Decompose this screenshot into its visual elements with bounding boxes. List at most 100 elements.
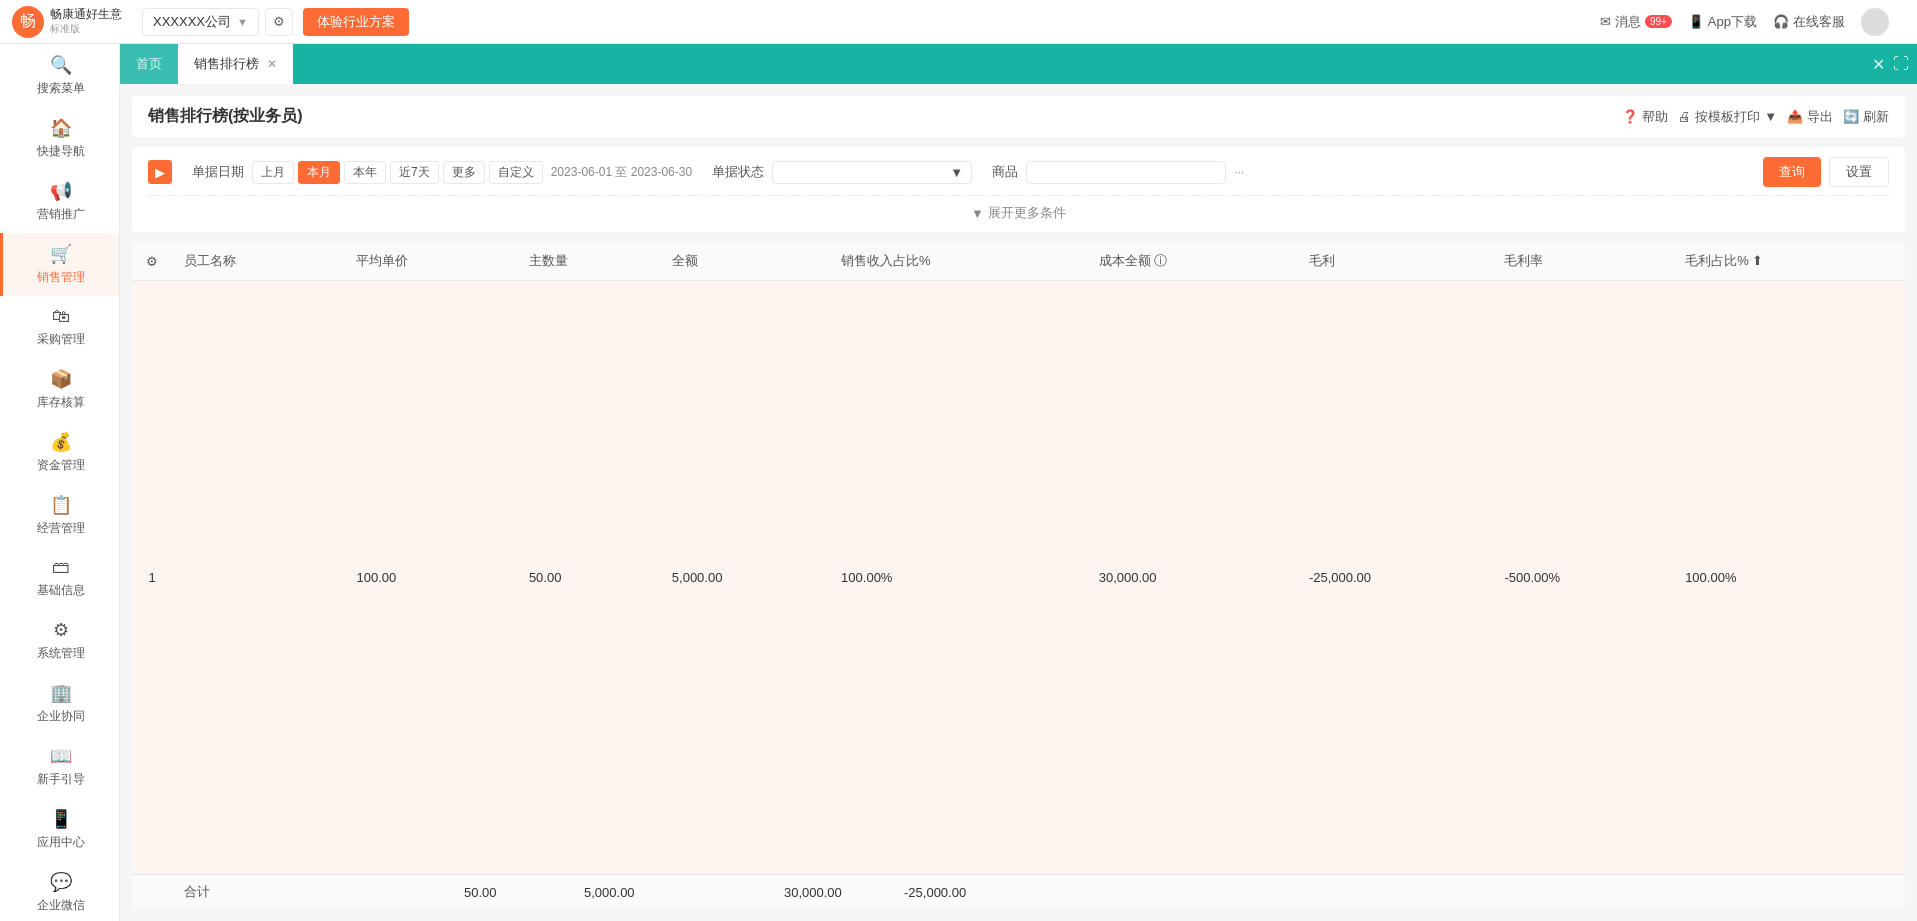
sidebar-item-wechat[interactable]: 💬 企业微信 (0, 861, 119, 921)
filter-area: ▶ 单据日期 上月 本月 本年 近7天 更多 自定义 2023-06-01 至 … (132, 147, 1905, 232)
message-label: 消息 (1615, 13, 1641, 31)
logo-sub: 标准版 (50, 22, 122, 36)
filter-toggle-icon[interactable]: ▶ (148, 160, 172, 184)
sidebar-item-marketing[interactable]: 📢 营销推广 (0, 170, 119, 233)
settings-icon[interactable]: ⚙ (265, 8, 293, 36)
search-icon: 🔍 (50, 54, 72, 76)
sidebar-label-sales: 销售管理 (37, 269, 85, 286)
date-btn-custom[interactable]: 自定义 (489, 161, 543, 184)
gross-pct-icon[interactable]: ⬆ (1752, 253, 1763, 268)
cell-gross-pct: 100.00% (1673, 281, 1905, 874)
table-container: ⚙ 员工名称 平均单价 主数量 全额 销售收入占比% 成本全额 ⓘ 毛利 毛利率… (132, 242, 1905, 909)
print-chevron-icon: ▼ (1764, 109, 1777, 124)
tab-sales-rank-label: 销售排行榜 (194, 55, 259, 73)
date-btn-7days[interactable]: 近7天 (390, 161, 439, 184)
table-body: 1 100.00 50.00 5,000.00 100.00% 30,000.0… (132, 281, 1905, 874)
sidebar-label-search: 搜索菜单 (37, 80, 85, 97)
tab-home[interactable]: 首页 (120, 44, 178, 84)
refresh-button[interactable]: 🔄 刷新 (1843, 108, 1889, 126)
box-icon: 📦 (50, 368, 72, 390)
logo-text: 畅康通好生意 (50, 7, 122, 23)
sidebar-label-operation: 经营管理 (37, 520, 85, 537)
help-label: 帮助 (1642, 108, 1668, 126)
sidebar-item-operation[interactable]: 📋 经营管理 (0, 484, 119, 547)
service-label: 在线客服 (1793, 13, 1845, 31)
goods-filter-label: 商品 (992, 163, 1018, 181)
sidebar-label-marketing: 营销推广 (37, 206, 85, 223)
app-icon: 📱 (1688, 14, 1704, 29)
avatar[interactable] (1861, 8, 1889, 36)
sidebar-item-system[interactable]: ⚙ 系统管理 (0, 609, 119, 672)
date-btn-this-year[interactable]: 本年 (344, 161, 386, 184)
sidebar-item-purchase[interactable]: 🛍 采购管理 (0, 296, 119, 358)
print-icon: 🖨 (1678, 109, 1691, 124)
tab-sales-rank[interactable]: 销售排行榜 ✕ (178, 44, 293, 84)
date-filter-group: 单据日期 上月 本月 本年 近7天 更多 自定义 2023-06-01 至 20… (192, 161, 692, 184)
status-select[interactable]: ▼ (772, 161, 972, 184)
company-name: XXXXXX公司 (153, 13, 231, 31)
print-button[interactable]: 🖨 按模板打印 ▼ (1678, 108, 1777, 126)
chevron-down-icon: ▼ (237, 16, 248, 28)
sidebar-item-finance[interactable]: 💰 资金管理 (0, 421, 119, 484)
th-settings[interactable]: ⚙ (132, 242, 172, 281)
sidebar-label-collab: 企业协同 (37, 708, 85, 725)
date-btn-last-month[interactable]: 上月 (252, 161, 294, 184)
cell-gross: -25,000.00 (1297, 281, 1493, 874)
page-header: 销售排行榜(按业务员) ❓ 帮助 🖨 按模板打印 ▼ 📤 导出 (132, 96, 1905, 137)
date-btn-this-month[interactable]: 本月 (298, 161, 340, 184)
help-button[interactable]: ❓ 帮助 (1622, 108, 1668, 126)
date-btn-more[interactable]: 更多 (443, 161, 485, 184)
table-row: 1 100.00 50.00 5,000.00 100.00% 30,000.0… (132, 281, 1905, 874)
wechat-icon: 💬 (50, 871, 72, 893)
home-icon: 🏠 (50, 117, 72, 139)
sidebar-item-basic[interactable]: 🗃 基础信息 (0, 547, 119, 609)
megaphone-icon: 📢 (50, 180, 72, 202)
sidebar-item-collab[interactable]: 🏢 企业协同 (0, 672, 119, 735)
table-footer: 合计 50.00 5,000.00 30,000.00 -25,000.00 (132, 874, 1905, 909)
th-avg-price: 平均单价 (344, 242, 516, 281)
cell-name (172, 281, 344, 874)
sidebar-item-sales[interactable]: 🛒 销售管理 (0, 233, 119, 296)
expand-button[interactable]: ▼ 展开更多条件 (971, 204, 1066, 222)
table-header-row: ⚙ 员工名称 平均单价 主数量 全额 销售收入占比% 成本全额 ⓘ 毛利 毛利率… (132, 242, 1905, 281)
top-bar-right: ✉ 消息 99+ 📱 App下载 🎧 在线客服 (1600, 8, 1905, 36)
page-title: 销售排行榜(按业务员) (148, 106, 1622, 127)
date-filter-label: 单据日期 (192, 163, 244, 181)
export-icon: 📤 (1787, 109, 1803, 124)
goods-input[interactable] (1026, 161, 1226, 184)
sidebar-item-apps[interactable]: 📱 应用中心 (0, 798, 119, 861)
sidebar-label-nav: 快捷导航 (37, 143, 85, 160)
footer-label: 合计 (184, 883, 344, 901)
tab-close-icon[interactable]: ✕ (267, 57, 277, 71)
status-filter-label: 单据状态 (712, 163, 764, 181)
query-button[interactable]: 查询 (1763, 157, 1821, 187)
sidebar-item-search[interactable]: 🔍 搜索菜单 (0, 44, 119, 107)
cart-icon: 🛒 (50, 243, 72, 265)
trial-button[interactable]: 体验行业方案 (303, 8, 409, 36)
settings-button[interactable]: 设置 (1829, 157, 1889, 187)
tab-close-all-icon[interactable]: ✕ (1872, 55, 1885, 74)
cell-sales-pct: 100.00% (829, 281, 1087, 874)
footer-amount: 5,000.00 (584, 885, 684, 900)
status-chevron-icon: ▼ (950, 165, 963, 180)
cell-avg-price: 100.00 (344, 281, 516, 874)
app-download-item[interactable]: 📱 App下载 (1688, 13, 1757, 31)
message-badge: 99+ (1645, 15, 1672, 28)
goods-more-icon[interactable]: ··· (1234, 165, 1244, 179)
chevron-down-expand-icon: ▼ (971, 206, 984, 221)
th-gross-rate: 毛利率 (1492, 242, 1673, 281)
sidebar-label-purchase: 采购管理 (37, 331, 85, 348)
message-icon: ✉ (1600, 14, 1611, 29)
sidebar-item-inventory[interactable]: 📦 库存核算 (0, 358, 119, 421)
sidebar-item-guide[interactable]: 📖 新手引导 (0, 735, 119, 798)
tab-fullscreen-icon[interactable]: ⛶ (1893, 55, 1909, 73)
message-item[interactable]: ✉ 消息 99+ (1600, 13, 1672, 31)
service-item[interactable]: 🎧 在线客服 (1773, 13, 1845, 31)
goods-filter-group: 商品 ··· (992, 161, 1244, 184)
cost-info-icon[interactable]: ⓘ (1154, 253, 1167, 268)
sidebar-item-nav[interactable]: 🏠 快捷导航 (0, 107, 119, 170)
footer-gross: -25,000.00 (904, 885, 1024, 900)
export-button[interactable]: 📤 导出 (1787, 108, 1833, 126)
date-range: 2023-06-01 至 2023-06-30 (551, 164, 692, 181)
company-selector[interactable]: XXXXXX公司 ▼ (142, 8, 259, 36)
